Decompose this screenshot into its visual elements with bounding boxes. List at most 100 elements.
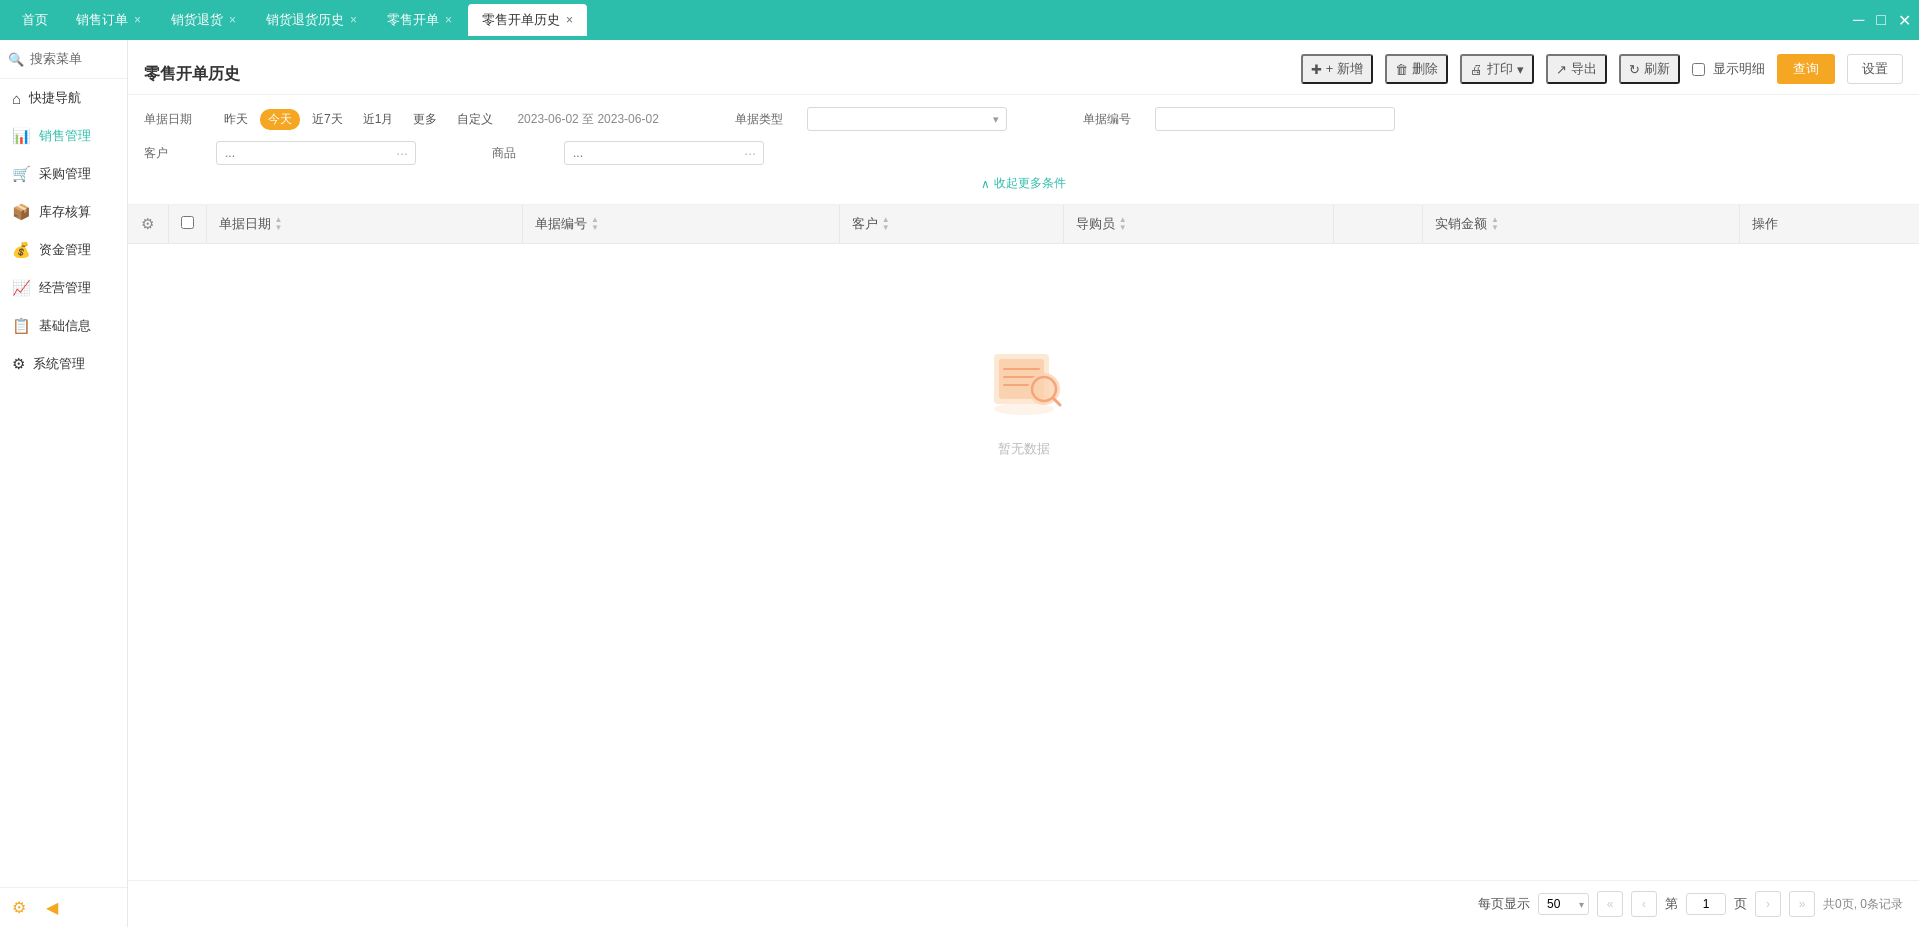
customer-input-wrap	[216, 141, 416, 165]
date-btn-7days[interactable]: 近7天	[304, 109, 351, 130]
page-input[interactable]	[1686, 893, 1726, 915]
close-tab-sales-order[interactable]: ×	[134, 13, 141, 27]
close-tab-retail-open-history[interactable]: ×	[566, 13, 573, 27]
pagination: 每页显示 50 10 20 100 « ‹ 第 页 › » 共0页, 0条记录	[128, 880, 1919, 927]
print-button[interactable]: 🖨 打印 ▾	[1460, 54, 1534, 84]
type-filter-label: 单据类型	[735, 111, 791, 128]
th-action: 操作	[1739, 205, 1919, 244]
main-layout: 🔍 搜索菜单 ⌂ 快捷导航 📊 销售管理 🛒 采购管理 📦 库存核算 💰 资金管…	[0, 40, 1919, 927]
sidebar-item-system-label: 系统管理	[33, 355, 85, 373]
sidebar-item-inventory[interactable]: 📦 库存核算	[0, 193, 127, 231]
display-detail-label: 显示明细	[1713, 60, 1765, 78]
sidebar-item-finance[interactable]: 💰 资金管理	[0, 231, 127, 269]
goods-filter-label: 商品	[492, 145, 548, 162]
add-label: + 新增	[1326, 60, 1363, 78]
close-tab-sales-return[interactable]: ×	[229, 13, 236, 27]
date-btn-1month[interactable]: 近1月	[355, 109, 402, 130]
table-body: 暂无数据	[128, 244, 1919, 539]
sort-arrows-date: ▲▼	[275, 216, 283, 232]
page-title: 零售开单历史	[144, 64, 240, 85]
settings-icon[interactable]: ⚙	[12, 898, 26, 917]
type-select[interactable]	[807, 107, 1007, 131]
pagination-summary: 共0页, 0条记录	[1823, 896, 1903, 913]
sort-customer[interactable]: 客户 ▲▼	[852, 215, 1051, 233]
refresh-button[interactable]: ↻ 刷新	[1619, 54, 1680, 84]
sort-date[interactable]: 单据日期 ▲▼	[219, 215, 511, 233]
collapse-button[interactable]: ∧ 收起更多条件	[144, 175, 1903, 192]
select-all-checkbox[interactable]	[181, 216, 194, 229]
sidebar-search[interactable]: 🔍 搜索菜单	[0, 40, 127, 79]
close-tab-sales-return-history[interactable]: ×	[350, 13, 357, 27]
tab-bar: 首页 销售订单 × 销货退货 × 销货退货历史 × 零售开单 × 零售开单历史 …	[0, 0, 1919, 40]
th-no: 单据编号 ▲▼	[523, 205, 840, 244]
print-dropdown-icon: ▾	[1517, 62, 1524, 77]
th-amount-label: 实销金额	[1435, 215, 1487, 233]
sidebar-bottom: ⚙ ◀	[0, 887, 127, 927]
sidebar-item-operations-label: 经营管理	[39, 279, 91, 297]
date-btn-custom[interactable]: 自定义	[449, 109, 501, 130]
filter-area: 单据日期 昨天 今天 近7天 近1月 更多 自定义 2023-06-02 至 2…	[128, 95, 1919, 205]
last-page-button[interactable]: »	[1789, 891, 1815, 917]
sidebar-item-basic-info[interactable]: 📋 基础信息	[0, 307, 127, 345]
page-label: 页	[1734, 895, 1747, 913]
delete-button[interactable]: 🗑 删除	[1385, 54, 1448, 84]
customer-filter-label: 客户	[144, 145, 200, 162]
tab-home[interactable]: 首页	[8, 4, 62, 36]
type-select-wrap	[807, 107, 1007, 131]
per-page-select[interactable]: 50 10 20 100	[1538, 893, 1589, 915]
sort-guide[interactable]: 导购员 ▲▼	[1076, 215, 1321, 233]
close-icon[interactable]: ✕	[1898, 11, 1911, 30]
goods-input[interactable]	[564, 141, 764, 165]
sidebar-item-purchase-mgmt[interactable]: 🛒 采购管理	[0, 155, 127, 193]
collapse-arrow-icon: ∧	[981, 177, 990, 191]
sort-arrows-customer: ▲▼	[882, 216, 890, 232]
date-btn-more[interactable]: 更多	[405, 109, 445, 130]
tab-home-label: 首页	[22, 11, 48, 29]
sort-amount[interactable]: 实销金额 ▲▼	[1435, 215, 1727, 233]
sort-no[interactable]: 单据编号 ▲▼	[535, 215, 827, 233]
date-btn-yesterday[interactable]: 昨天	[216, 109, 256, 130]
minimize-icon[interactable]: ─	[1853, 11, 1864, 29]
sidebar-search-label: 搜索菜单	[30, 50, 82, 68]
close-tab-retail-open[interactable]: ×	[445, 13, 452, 27]
add-button[interactable]: ✚ + 新增	[1301, 54, 1373, 84]
tab-sales-return-history[interactable]: 销货退货历史 ×	[252, 4, 371, 36]
collapse-label: 收起更多条件	[994, 175, 1066, 192]
tab-sales-return[interactable]: 销货退货 ×	[157, 4, 250, 36]
filter-row-1: 单据日期 昨天 今天 近7天 近1月 更多 自定义 2023-06-02 至 2…	[144, 107, 1903, 131]
next-page-button[interactable]: ›	[1755, 891, 1781, 917]
refresh-label: 刷新	[1644, 60, 1670, 78]
sidebar-item-quick-nav[interactable]: ⌂ 快捷导航	[0, 79, 127, 117]
column-settings-icon[interactable]: ⚙	[140, 215, 156, 233]
page-header: 零售开单历史 ✚ + 新增 🗑 删除 🖨 打印 ▾ ↗ 导出	[128, 40, 1919, 95]
date-range-display: 2023-06-02 至 2023-06-02	[517, 111, 658, 128]
tab-retail-open-label: 零售开单	[387, 11, 439, 29]
tab-retail-open-history[interactable]: 零售开单历史 ×	[468, 4, 587, 36]
display-detail-toggle[interactable]: 显示明细	[1692, 60, 1765, 78]
sidebar-item-sales-mgmt-label: 销售管理	[39, 127, 91, 145]
cart-icon: 🛒	[12, 165, 31, 183]
th-date-label: 单据日期	[219, 215, 271, 233]
first-page-button[interactable]: «	[1597, 891, 1623, 917]
search-button[interactable]: 查询	[1777, 54, 1835, 84]
tab-sales-order[interactable]: 销售订单 ×	[62, 4, 155, 36]
prev-page-button[interactable]: ‹	[1631, 891, 1657, 917]
sort-arrows-guide: ▲▼	[1119, 216, 1127, 232]
export-label: 导出	[1571, 60, 1597, 78]
th-checkbox	[168, 205, 206, 244]
export-button[interactable]: ↗ 导出	[1546, 54, 1607, 84]
customer-input[interactable]	[216, 141, 416, 165]
order-no-input[interactable]	[1155, 107, 1395, 131]
tab-retail-open[interactable]: 零售开单 ×	[373, 4, 466, 36]
data-table: ⚙ 单据日期 ▲▼ 单据编号	[128, 205, 1919, 538]
maximize-icon[interactable]: □	[1876, 11, 1886, 29]
sidebar-item-inventory-label: 库存核算	[39, 203, 91, 221]
sidebar-item-operations[interactable]: 📈 经营管理	[0, 269, 127, 307]
sidebar-item-sales-mgmt[interactable]: 📊 销售管理	[0, 117, 127, 155]
sidebar-item-system[interactable]: ⚙ 系统管理	[0, 345, 127, 383]
settings-button[interactable]: 设置	[1847, 54, 1903, 84]
collapse-icon[interactable]: ◀	[46, 898, 58, 917]
display-detail-checkbox[interactable]	[1692, 63, 1705, 76]
date-btn-today[interactable]: 今天	[260, 109, 300, 130]
table-area: ⚙ 单据日期 ▲▼ 单据编号	[128, 205, 1919, 880]
